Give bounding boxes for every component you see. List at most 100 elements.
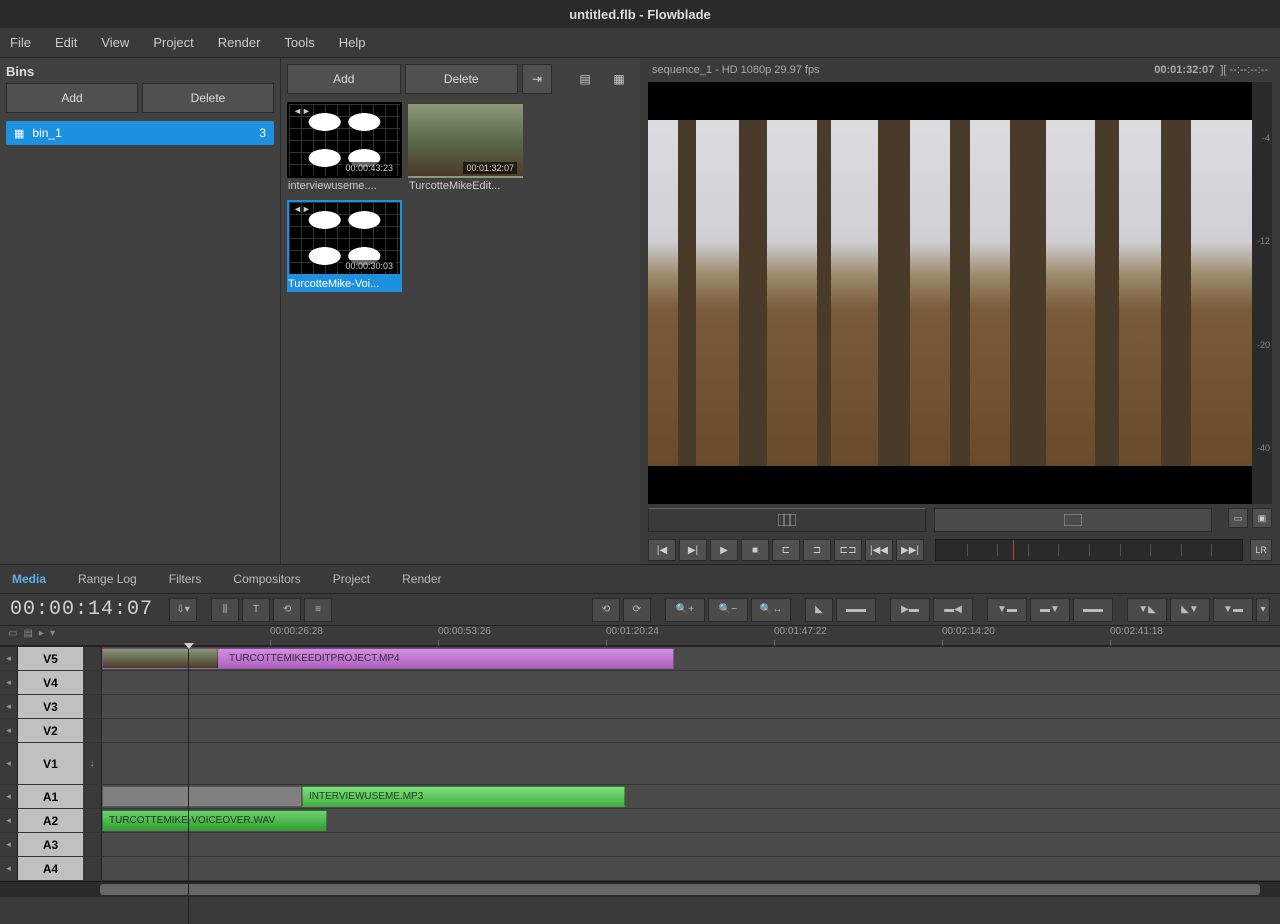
ruler-playhead-icon[interactable]: ▾ [50, 628, 55, 639]
insert-button[interactable]: ▬▼ [1030, 598, 1070, 622]
track-label[interactable]: A3 [18, 833, 83, 856]
track-body[interactable] [102, 743, 1280, 784]
track-expand[interactable]: ↓ [83, 758, 101, 769]
media-item[interactable]: 00:01:32:07 TurcotteMikeEdit... [408, 102, 523, 194]
menu-view[interactable]: View [101, 35, 129, 50]
track-mute-toggle[interactable]: ◂ [0, 719, 18, 742]
track-mute-toggle[interactable]: ◂ [0, 833, 18, 856]
track-mute-toggle[interactable]: ◂ [0, 809, 18, 832]
bins-delete-button[interactable]: Delete [142, 83, 274, 113]
text-tool-button[interactable]: T [242, 598, 270, 622]
timeline-display-tab[interactable] [648, 508, 926, 532]
tab-filters[interactable]: Filters [169, 572, 202, 586]
zoom-fit-button[interactable]: 🔍↔ [751, 598, 791, 622]
track-body[interactable] [102, 719, 1280, 742]
ruler-marks-icon[interactable]: ▤ [23, 628, 32, 639]
tab-rangelog[interactable]: Range Log [78, 572, 137, 586]
media-delete-button[interactable]: Delete [405, 64, 519, 94]
tab-project[interactable]: Project [333, 572, 370, 586]
track-body[interactable] [102, 833, 1280, 856]
clip-video[interactable]: TURCOTTEMIKEEDITPROJECT.MP4 [102, 648, 674, 669]
trim-end-button[interactable]: ▬◀ [933, 598, 973, 622]
clip-display-tab[interactable] [934, 508, 1212, 532]
view-grid-icon[interactable]: ▦ [604, 64, 634, 94]
prev-frame-button[interactable]: |◀ [648, 539, 676, 561]
goto-end-button[interactable]: ▶▶| [896, 539, 924, 561]
track-label[interactable]: V1 [18, 743, 83, 784]
menu-render[interactable]: Render [218, 35, 261, 50]
view-small-icon[interactable]: ▤ [570, 64, 600, 94]
tab-render[interactable]: Render [402, 572, 441, 586]
track-body[interactable]: TURCOTTEMIKE-VOICEOVER.WAV [102, 809, 1280, 832]
track-mute-toggle[interactable]: ◂ [0, 785, 18, 808]
track-mute-toggle[interactable]: ◂ [0, 743, 18, 784]
scrollbar-thumb[interactable] [100, 884, 1260, 895]
media-item[interactable]: ◄► 00:00:43:23 interviewuseme.... [287, 102, 402, 194]
track-label[interactable]: V2 [18, 719, 83, 742]
ripple-button[interactable]: ▼▬ [1213, 598, 1253, 622]
clip-audio[interactable]: INTERVIEWUSEME.MP3 [302, 786, 625, 807]
menu-help[interactable]: Help [339, 35, 366, 50]
redo-button[interactable]: ⟳ [623, 598, 651, 622]
track-body[interactable] [102, 671, 1280, 694]
ruler-snap-icon[interactable]: ▸ [39, 628, 44, 639]
track-label[interactable]: A1 [18, 785, 83, 808]
track-mute-toggle[interactable]: ◂ [0, 695, 18, 718]
clip-audio[interactable]: TURCOTTEMIKE-VOICEOVER.WAV [102, 810, 327, 831]
track-body[interactable] [102, 695, 1280, 718]
track-label[interactable]: V4 [18, 671, 83, 694]
mark-in-button[interactable]: ⊏ [772, 539, 800, 561]
audio-lr-button[interactable]: LR [1250, 539, 1272, 561]
track-body[interactable]: TURCOTTEMIKEEDITPROJECT.MP4 [102, 647, 1280, 670]
toolbar-dropdown[interactable]: ▾ [1256, 598, 1270, 622]
menu-tools[interactable]: Tools [284, 35, 314, 50]
track-body[interactable]: INTERVIEWUSEME.MP3 [102, 785, 1280, 808]
view-mode-a-button[interactable]: ▭ [1228, 508, 1248, 528]
cut-button[interactable]: ◣ [805, 598, 833, 622]
menu-edit[interactable]: Edit [55, 35, 77, 50]
track-mute-toggle[interactable]: ◂ [0, 647, 18, 670]
track-label[interactable]: A4 [18, 857, 83, 880]
zoom-out-button[interactable]: 🔍− [708, 598, 748, 622]
mark-inout-button[interactable]: ⊏⊐ [834, 539, 862, 561]
lift-button[interactable]: ▼◣ [1127, 598, 1167, 622]
tab-compositors[interactable]: Compositors [233, 572, 300, 586]
stop-button[interactable]: ■ [741, 539, 769, 561]
tab-media[interactable]: Media [12, 572, 46, 586]
bin-item[interactable]: ▦ bin_1 3 [6, 121, 274, 145]
extract-button[interactable]: ◣▼ [1170, 598, 1210, 622]
undo-button[interactable]: ⟲ [592, 598, 620, 622]
list-tool-button[interactable]: ≡ [304, 598, 332, 622]
timeline-scrollbar[interactable] [0, 881, 1280, 897]
append-button[interactable]: ▼▬ [987, 598, 1027, 622]
track-body[interactable] [102, 857, 1280, 880]
media-add-button[interactable]: Add [287, 64, 401, 94]
menu-file[interactable]: File [10, 35, 31, 50]
bins-add-button[interactable]: Add [6, 83, 138, 113]
track-label[interactable]: V3 [18, 695, 83, 718]
timeline-ruler[interactable]: ▭ ▤ ▸ ▾ 00:00:26:28 00:00:53:26 00:01:20… [0, 626, 1280, 646]
splice-button[interactable]: ▬▬ [836, 598, 876, 622]
link-tool-button[interactable]: ⟲ [273, 598, 301, 622]
goto-start-button[interactable]: |◀◀ [865, 539, 893, 561]
media-item[interactable]: ◄► 00:00:30:03 TurcotteMike-Voi... [287, 200, 402, 292]
mark-out-button[interactable]: ⊐ [803, 539, 831, 561]
view-mode-b-button[interactable]: ▣ [1252, 508, 1272, 528]
menu-project[interactable]: Project [153, 35, 193, 50]
ruler-zoom-icon[interactable]: ▭ [8, 628, 17, 639]
insert-mode-button[interactable]: ⇩▾ [169, 598, 197, 622]
mixer-button[interactable]: ⫼ [211, 598, 239, 622]
media-import-button[interactable]: ⇥ [522, 64, 552, 94]
track-label[interactable]: V5 [18, 647, 83, 670]
play-button[interactable]: ▶ [710, 539, 738, 561]
track-mute-toggle[interactable]: ◂ [0, 857, 18, 880]
track-label[interactable]: A2 [18, 809, 83, 832]
track-mute-toggle[interactable]: ◂ [0, 671, 18, 694]
overwrite-button[interactable]: ▬▬ [1073, 598, 1113, 622]
preview-monitor[interactable] [648, 82, 1252, 504]
next-frame-button[interactable]: ▶| [679, 539, 707, 561]
zoom-in-button[interactable]: 🔍+ [665, 598, 705, 622]
trim-start-button[interactable]: ▶▬ [890, 598, 930, 622]
jog-scrubber[interactable] [935, 539, 1243, 561]
clip-blank[interactable] [102, 786, 302, 807]
